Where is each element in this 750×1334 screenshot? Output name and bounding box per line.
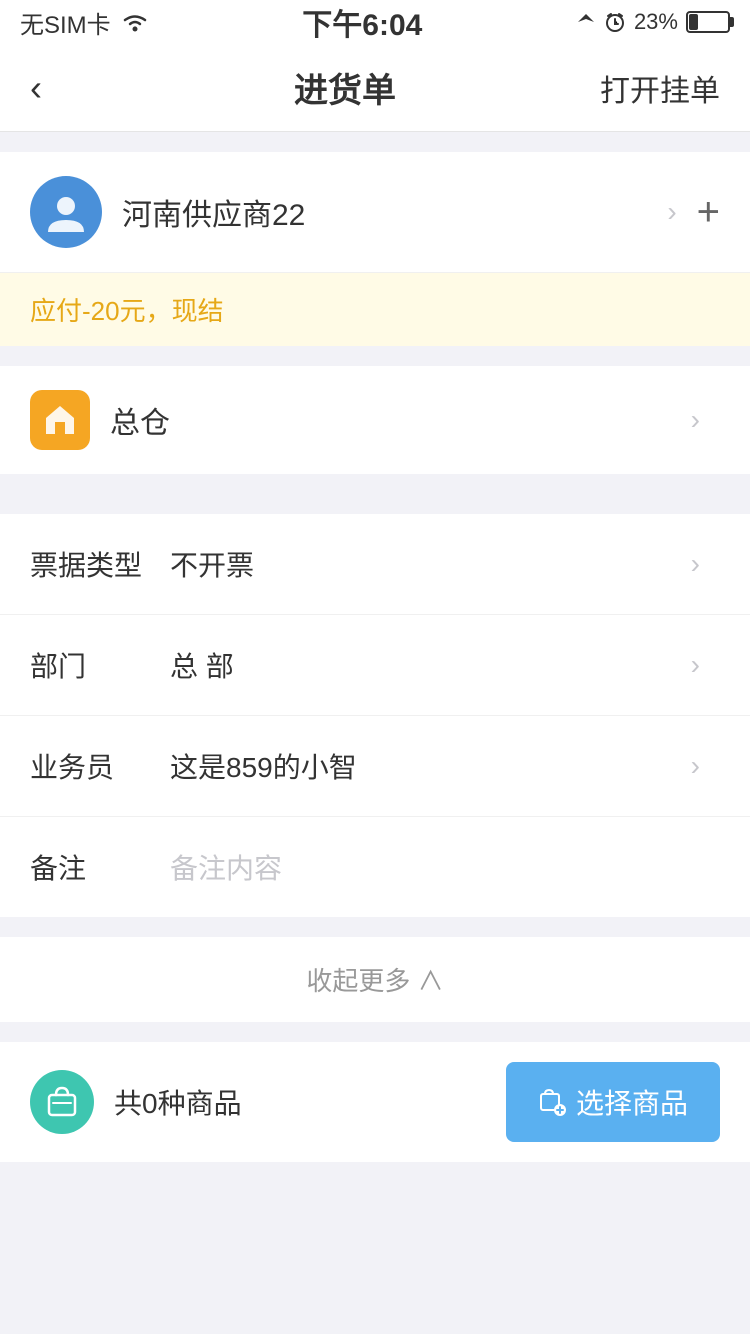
collapse-button[interactable]: 收起更多 ∧ [0,937,750,1022]
location-icon [576,12,596,32]
battery-percent: 23% [634,9,678,35]
chevron-right-icon: › [667,196,676,228]
remark-label: 备注 [30,847,150,887]
chevron-right-icon: › [691,750,700,782]
supplier-row[interactable]: 河南供应商22 › + [0,152,750,273]
warehouse-row[interactable]: 总仓 › [0,366,750,474]
wifi-icon [121,12,149,32]
status-right: 23% [576,9,730,35]
nav-bar: ‹ 进货单 打开挂单 [0,44,750,132]
section-gap-2 [0,346,750,366]
product-count: 共0种商品 [114,1082,506,1122]
supplier-name: 河南供应商22 [122,190,667,234]
dept-label: 部门 [30,645,150,685]
product-icon [30,1070,94,1134]
status-time: 下午6:04 [302,0,422,44]
agent-value: 这是859的小智 [150,746,691,786]
page-title: 进货单 [294,63,396,112]
invoice-label: 票据类型 [30,544,150,584]
agent-label: 业务员 [30,746,150,786]
shopping-icon [43,1083,81,1121]
alarm-icon [604,11,626,33]
dept-row[interactable]: 部门 总 部 › [0,615,750,716]
add-button[interactable]: + [697,192,720,232]
chevron-right-icon: › [691,649,700,681]
status-bar: 无SIM卡 下午6:04 23% [0,0,750,44]
supplier-avatar [30,176,102,248]
status-left: 无SIM卡 [20,5,149,40]
warehouse-card: 总仓 › [0,366,750,474]
form-section: 票据类型 不开票 › 部门 总 部 › 业务员 这是859的小智 › 备注 备注… [0,514,750,917]
chevron-right-icon: › [691,548,700,580]
person-icon [44,190,88,234]
product-bar: 共0种商品 选择商品 [0,1042,750,1162]
select-goods-label: 选择商品 [576,1082,688,1122]
supplier-card: 河南供应商22 › + 应付-20元，现结 [0,152,750,346]
invoice-value: 不开票 [150,544,691,584]
remark-input[interactable]: 备注内容 [150,847,720,887]
warehouse-name: 总仓 [110,398,691,442]
chevron-right-icon: › [691,404,700,436]
battery-icon [686,11,730,33]
section-gap-3 [0,474,750,494]
invoice-row[interactable]: 票据类型 不开票 › [0,514,750,615]
warehouse-icon [30,390,90,450]
signal-text: 无SIM卡 [20,5,111,40]
home-icon [42,402,78,438]
section-gap-1 [0,132,750,152]
open-pending-button[interactable]: 打开挂单 [600,66,720,110]
select-goods-button[interactable]: 选择商品 [506,1062,720,1142]
remark-row[interactable]: 备注 备注内容 [0,817,750,917]
agent-row[interactable]: 业务员 这是859的小智 › [0,716,750,817]
notice-bar: 应付-20元，现结 [0,273,750,346]
back-button[interactable]: ‹ [30,67,90,109]
dept-value: 总 部 [150,645,691,685]
select-goods-icon [538,1088,566,1116]
